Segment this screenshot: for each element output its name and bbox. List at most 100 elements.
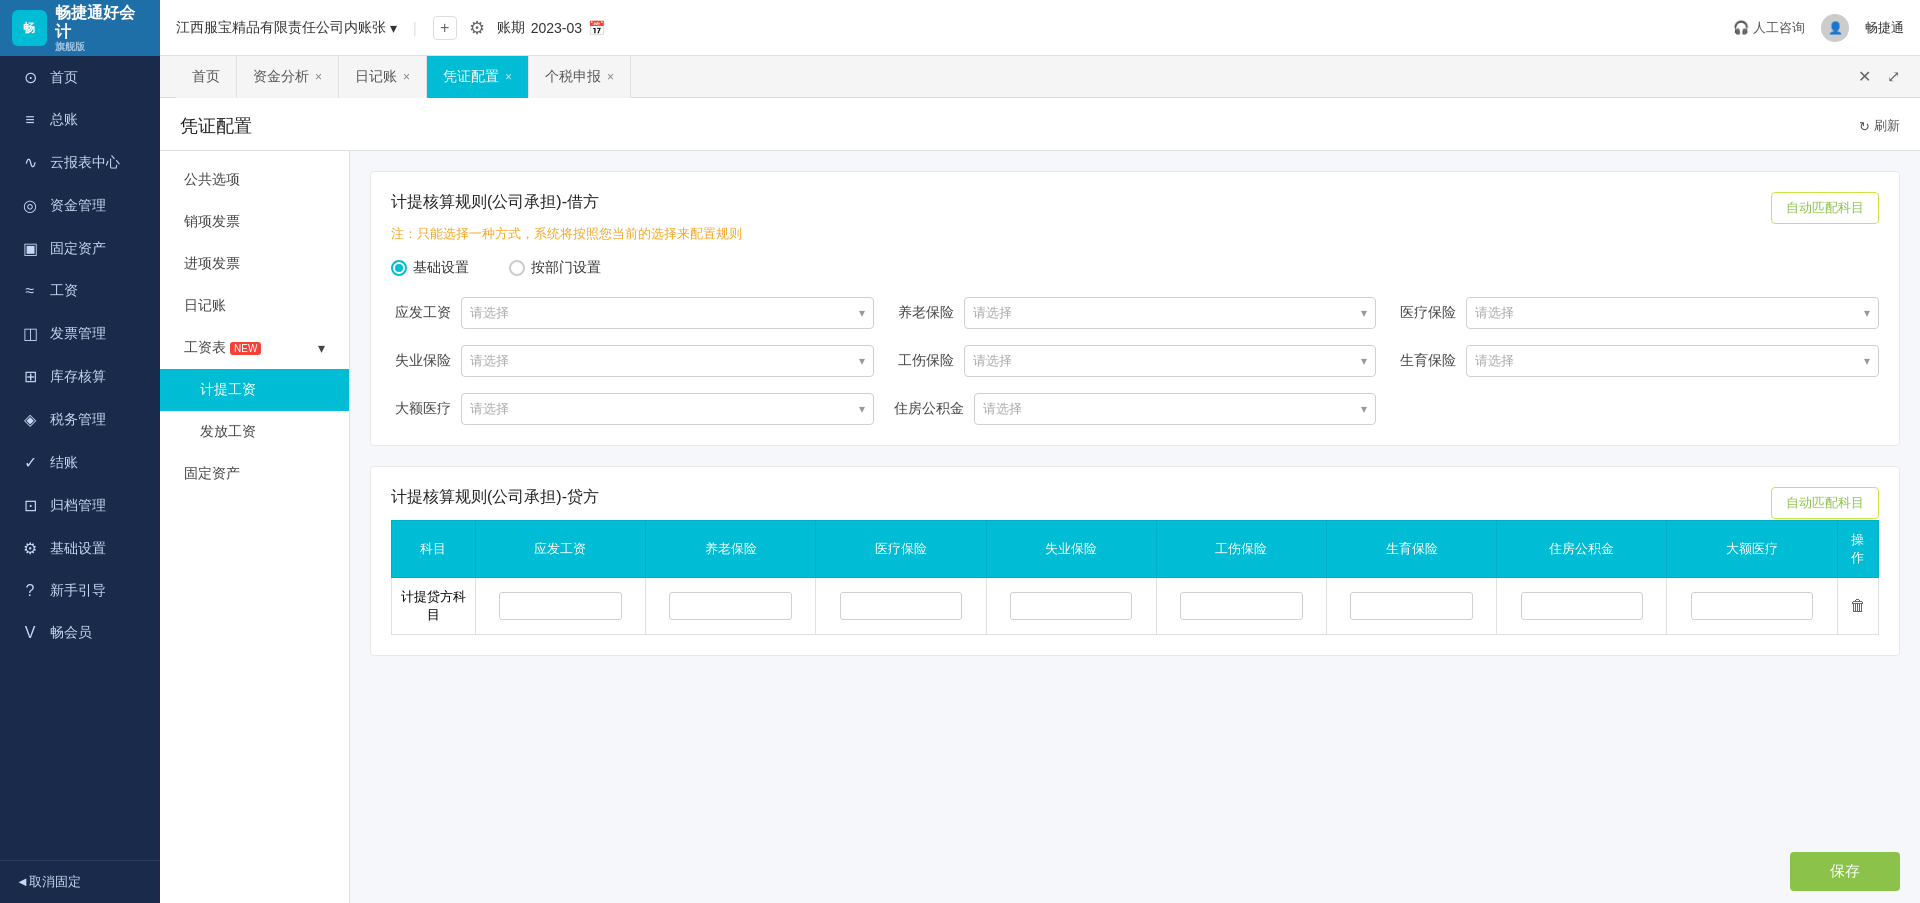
tab-tax-label: 个税申报 — [545, 68, 601, 86]
credit-auto-match-button[interactable]: 自动匹配科目 — [1771, 487, 1879, 519]
close-tab-tax[interactable]: × — [607, 70, 614, 84]
sidebar-item-assets[interactable]: ▣ 固定资产 — [0, 227, 160, 270]
sidebar-item-vip[interactable]: V 畅会员 — [0, 612, 160, 654]
select-shengyu[interactable]: 请选择 ▾ — [1466, 345, 1879, 377]
radio-dept-label: 按部门设置 — [531, 259, 601, 277]
sidebar-item-checkout[interactable]: ✓ 结账 — [0, 441, 160, 484]
select-zhufang-placeholder: 请选择 — [983, 400, 1022, 418]
select-yingfa-gongzi[interactable]: 请选择 ▾ — [461, 297, 874, 329]
sidebar-item-label: 结账 — [50, 454, 78, 472]
chevron-down-icon: ▾ — [1361, 402, 1367, 416]
select-shiye[interactable]: 请选择 ▾ — [461, 345, 874, 377]
expand-icon: ▾ — [318, 340, 325, 356]
close-window-button[interactable]: ✕ — [1854, 63, 1875, 90]
select-zhufang[interactable]: 请选择 ▾ — [974, 393, 1377, 425]
row-subject-label: 计提贷方科目 — [392, 578, 476, 635]
sidebar-item-guide[interactable]: ? 新手引导 — [0, 570, 160, 612]
settings-button[interactable]: ⚙ — [469, 17, 485, 39]
nav-item-diary[interactable]: 日记账 — [160, 285, 349, 327]
refresh-label: 刷新 — [1874, 117, 1900, 135]
sidebar-item-settings[interactable]: ⚙ 基础设置 — [0, 527, 160, 570]
tab-tax[interactable]: 个税申报 × — [529, 56, 631, 98]
select-shengyu-placeholder: 请选择 — [1475, 352, 1514, 370]
sidebar-item-label: 基础设置 — [50, 540, 106, 558]
input-yiliao[interactable] — [840, 592, 963, 620]
select-yiliao[interactable]: 请选择 ▾ — [1466, 297, 1879, 329]
sidebar-item-home[interactable]: ⊙ 首页 — [0, 56, 160, 99]
calendar-icon[interactable]: 📅 — [588, 20, 605, 36]
logo-title: 畅捷通好会计 — [55, 3, 148, 41]
save-button[interactable]: 保存 — [1790, 852, 1900, 891]
add-account-button[interactable]: + — [433, 16, 457, 40]
tab-capital[interactable]: 资金分析 × — [237, 56, 339, 98]
radio-dept[interactable]: 按部门设置 — [509, 259, 601, 277]
period-display: 账期 2023-03 📅 — [497, 19, 605, 37]
sidebar-item-tax[interactable]: ◈ 税务管理 — [0, 398, 160, 441]
capital-icon: ◎ — [20, 196, 40, 215]
nav-item-purchase[interactable]: 进项发票 — [160, 243, 349, 285]
close-tab-capital[interactable]: × — [315, 70, 322, 84]
debit-auto-match-button[interactable]: 自动匹配科目 — [1771, 192, 1879, 224]
field-shengyu-label: 生育保险 — [1396, 352, 1456, 370]
close-tab-diary[interactable]: × — [403, 70, 410, 84]
select-yingfa-gongzi-placeholder: 请选择 — [470, 304, 509, 322]
settings-icon: ⚙ — [20, 539, 40, 558]
sidebar-item-archive[interactable]: ⊡ 归档管理 — [0, 484, 160, 527]
nav-item-public[interactable]: 公共选项 — [160, 159, 349, 201]
maximize-button[interactable]: ⤢ — [1883, 63, 1904, 90]
delete-row-button[interactable]: 🗑 — [1850, 597, 1866, 614]
service-button[interactable]: 🎧 人工咨询 — [1733, 19, 1805, 37]
row-daejin-cell — [1667, 578, 1837, 635]
nav-item-calc-salary[interactable]: 计提工资 — [160, 369, 349, 411]
nav-item-diary-label: 日记账 — [184, 297, 226, 315]
ledger-icon: ≡ — [20, 111, 40, 129]
input-yingfa[interactable] — [499, 592, 622, 620]
sidebar-item-inventory[interactable]: ⊞ 库存核算 — [0, 355, 160, 398]
sidebar-item-ledger[interactable]: ≡ 总账 — [0, 99, 160, 141]
debit-section-title: 计提核算规则(公司承担)-借方 — [391, 192, 1879, 213]
input-gongshang[interactable] — [1180, 592, 1303, 620]
input-shiye[interactable] — [1010, 592, 1133, 620]
nav-item-pay-salary-label: 发放工资 — [200, 423, 256, 441]
sidebar-item-invoice[interactable]: ◫ 发票管理 — [0, 312, 160, 355]
select-shiye-placeholder: 请选择 — [470, 352, 509, 370]
input-daejin[interactable] — [1691, 592, 1814, 620]
col-subject: 科目 — [392, 521, 476, 578]
topbar-right: 🎧 人工咨询 👤 畅捷通 — [1733, 14, 1904, 42]
sidebar-item-salary[interactable]: ≈ 工资 — [0, 270, 160, 312]
nav-item-sales[interactable]: 销项发票 — [160, 201, 349, 243]
select-daejin-placeholder: 请选择 — [470, 400, 509, 418]
input-shengyu[interactable] — [1350, 592, 1473, 620]
new-badge: NEW — [230, 342, 261, 355]
tab-home[interactable]: 首页 — [176, 56, 237, 98]
right-main: 计提核算规则(公司承担)-借方 注：只能选择一种方式，系统将按照您当前的选择来配… — [350, 151, 1920, 903]
sidebar-item-reports[interactable]: ∿ 云报表中心 — [0, 141, 160, 184]
setting-mode-radio: 基础设置 按部门设置 — [391, 259, 1879, 277]
nav-item-public-label: 公共选项 — [184, 171, 240, 189]
col-action: 操作 — [1837, 521, 1878, 578]
input-yanglao[interactable] — [669, 592, 792, 620]
tab-diary[interactable]: 日记账 × — [339, 56, 427, 98]
checkout-icon: ✓ — [20, 453, 40, 472]
unpin-button[interactable]: ◄取消固定 — [0, 860, 160, 903]
tab-voucher[interactable]: 凭证配置 × — [427, 56, 529, 98]
sidebar-item-capital[interactable]: ◎ 资金管理 — [0, 184, 160, 227]
refresh-button[interactable]: ↻ 刷新 — [1859, 117, 1900, 135]
select-gongshang[interactable]: 请选择 ▾ — [964, 345, 1377, 377]
nav-item-salary-table[interactable]: 工资表 NEW ▾ — [160, 327, 349, 369]
select-yanglao[interactable]: 请选择 ▾ — [964, 297, 1377, 329]
nav-item-fixed-assets[interactable]: 固定资产 — [160, 453, 349, 495]
row-yingfa-cell — [475, 578, 645, 635]
sidebar-item-label: 发票管理 — [50, 325, 106, 343]
close-tab-voucher[interactable]: × — [505, 70, 512, 84]
nav-item-purchase-label: 进项发票 — [184, 255, 240, 273]
field-yingfa-gongzi-label: 应发工资 — [391, 304, 451, 322]
tab-diary-label: 日记账 — [355, 68, 397, 86]
company-selector[interactable]: 江西服宝精品有限责任公司内账张 ▾ — [176, 19, 397, 37]
radio-basic[interactable]: 基础设置 — [391, 259, 469, 277]
select-daejin[interactable]: 请选择 ▾ — [461, 393, 874, 425]
tax-icon: ◈ — [20, 410, 40, 429]
nav-item-pay-salary[interactable]: 发放工资 — [160, 411, 349, 453]
col-shengyu: 生育保险 — [1326, 521, 1496, 578]
input-zhufang[interactable] — [1521, 592, 1644, 620]
